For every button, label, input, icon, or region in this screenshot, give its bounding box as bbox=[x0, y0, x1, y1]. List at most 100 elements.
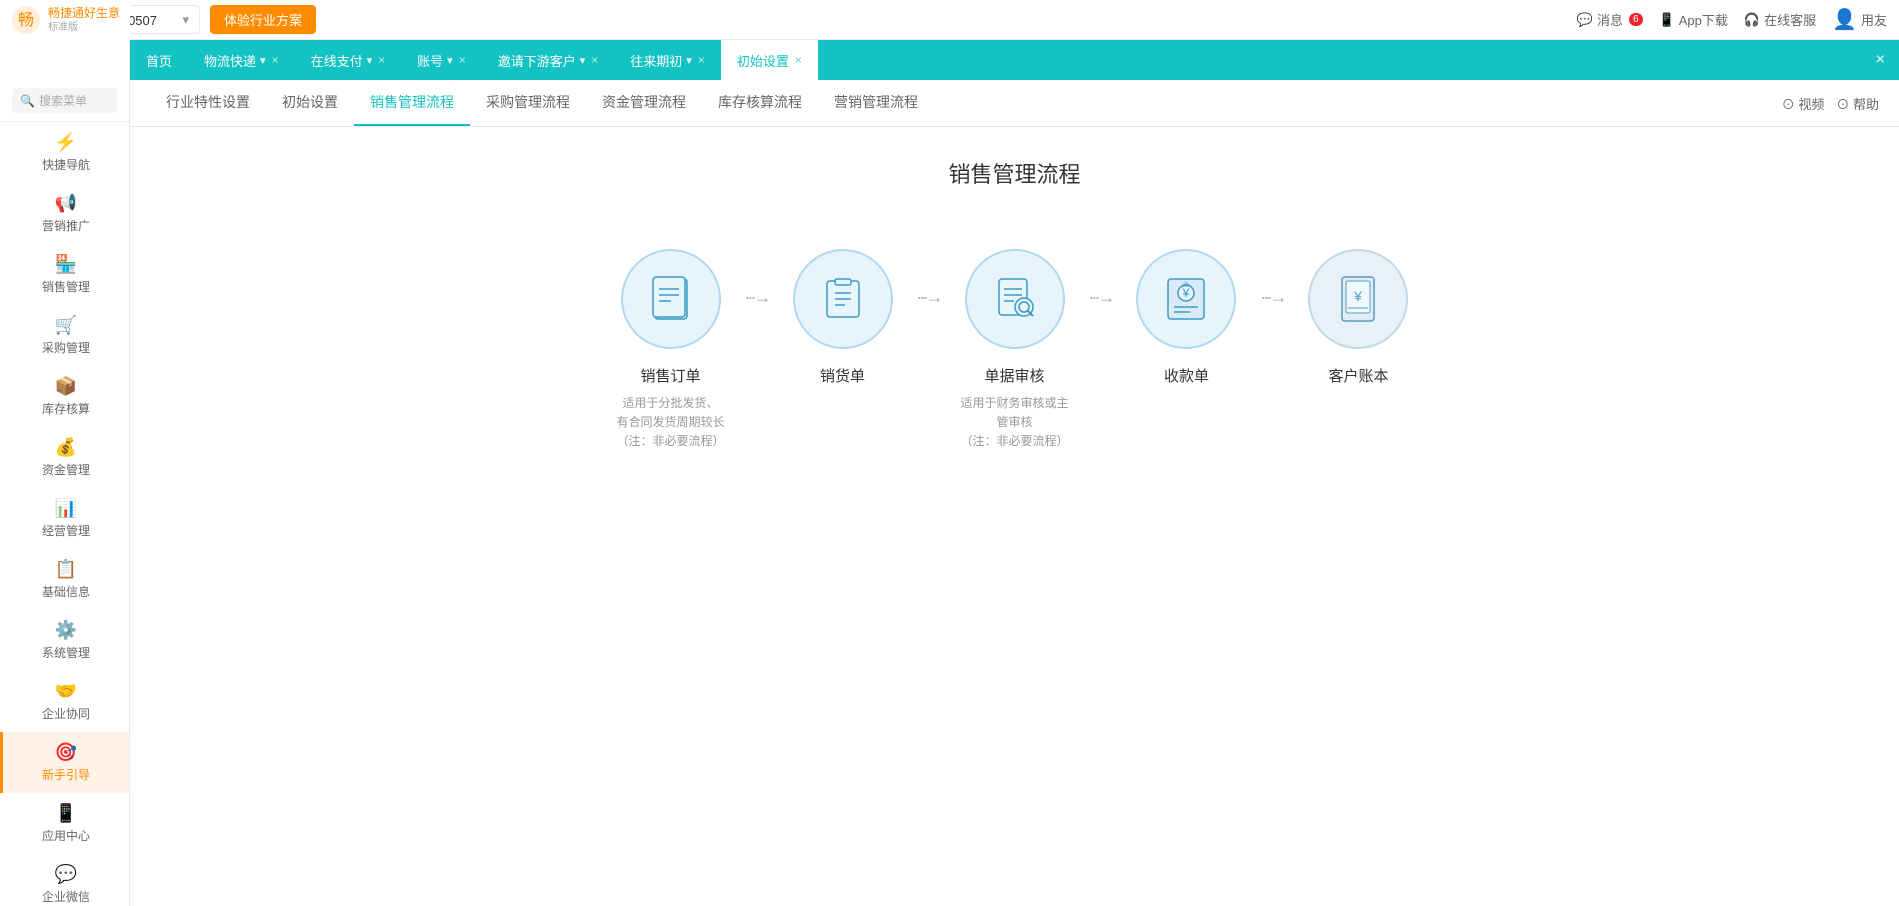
avatar-icon: 👤 bbox=[1832, 7, 1857, 32]
step-circle-delivery[interactable] bbox=[793, 249, 893, 349]
help-link[interactable]: ⊙ 帮助 bbox=[1836, 94, 1879, 113]
nav-tab-label: 物流快递 bbox=[204, 51, 256, 70]
sidebar-item-basic-info[interactable]: 📋 基础信息 bbox=[0, 549, 129, 610]
sidebar-item-quick-nav[interactable]: ⚡ 快捷导航 bbox=[0, 122, 129, 183]
target-icon: 🎯 bbox=[55, 742, 77, 763]
close-icon[interactable]: × bbox=[459, 53, 466, 67]
close-icon[interactable]: × bbox=[272, 53, 279, 67]
sidebar-item-operations[interactable]: 📊 经营管理 bbox=[0, 488, 129, 549]
sales-order-icon bbox=[645, 273, 697, 325]
sub-tab-marketing-flow[interactable]: 营销管理流程 bbox=[818, 80, 934, 126]
trial-button[interactable]: 体验行业方案 bbox=[210, 5, 316, 34]
sidebar-item-newbie[interactable]: 🎯 新手引导 bbox=[0, 732, 129, 793]
nav-tab-label: 账号 bbox=[417, 51, 443, 70]
svg-text:¥: ¥ bbox=[1182, 286, 1190, 300]
user-avatar[interactable]: 👤 用友 bbox=[1832, 7, 1887, 32]
sidebar-item-label: 经营管理 bbox=[42, 522, 90, 539]
sidebar-item-sales[interactable]: 🏪 销售管理 bbox=[0, 244, 129, 305]
flow-step-receipt: ¥ 收款单 bbox=[1106, 249, 1266, 394]
sidebar-item-app-center[interactable]: 📱 应用中心 bbox=[0, 793, 129, 854]
sidebar-item-marketing[interactable]: 📢 营销推广 bbox=[0, 183, 129, 244]
step-circle-ledger[interactable]: ¥ bbox=[1308, 249, 1408, 349]
sidebar: 🔍 搜索菜单 ⚡ 快捷导航 📢 营销推广 🏪 销售管理 🛒 采购管理 📦 库存核… bbox=[0, 0, 130, 906]
sidebar-item-label: 企业微信 bbox=[42, 888, 90, 905]
handshake-icon: 🤝 bbox=[55, 681, 77, 702]
nav-tab-label: 在线支付 bbox=[311, 51, 363, 70]
sidebar-item-system[interactable]: ⚙️ 系统管理 bbox=[0, 610, 129, 671]
app-download-button[interactable]: 📱 App下载 bbox=[1659, 10, 1728, 29]
logo-icon: 畅 bbox=[10, 4, 42, 36]
sub-tab-purchase-flow[interactable]: 采购管理流程 bbox=[470, 80, 586, 126]
svg-text:¥: ¥ bbox=[1354, 288, 1363, 304]
svg-text:畅: 畅 bbox=[18, 11, 34, 29]
sub-tab-sales-flow[interactable]: 销售管理流程 bbox=[354, 80, 470, 126]
headset-icon: 🎧 bbox=[1744, 12, 1760, 28]
step-circle-audit[interactable] bbox=[965, 249, 1065, 349]
nav-tab-account[interactable]: 账号 ▾ × bbox=[401, 40, 482, 80]
close-icon[interactable]: × bbox=[698, 53, 705, 67]
sub-tab-finance-flow[interactable]: 资金管理流程 bbox=[586, 80, 702, 126]
chevron-down-icon: ▾ bbox=[447, 54, 453, 67]
sidebar-search-area: 🔍 搜索菜单 bbox=[0, 80, 129, 122]
app-download-label: App下载 bbox=[1679, 10, 1728, 29]
sidebar-item-enterprise-wechat[interactable]: 💬 企业微信 bbox=[0, 854, 129, 906]
video-link[interactable]: ⊙ 视频 bbox=[1782, 94, 1825, 113]
clipboard-icon: 📋 bbox=[55, 559, 77, 580]
audit-icon bbox=[989, 273, 1041, 325]
step-desc-audit: 适用于财务审核或主 管审核 （注：非必要流程） bbox=[960, 394, 1068, 452]
nav-tab-payment[interactable]: 在线支付 ▾ × bbox=[295, 40, 402, 80]
flow-step-sales-order: 销售订单 适用于分批发货、 有合同发货周期较长 （注：非必要流程） bbox=[591, 249, 751, 452]
message-label: 消息 bbox=[1597, 10, 1623, 29]
step-circle-sales-order[interactable] bbox=[621, 249, 721, 349]
cart-icon: 🛒 bbox=[55, 315, 77, 336]
nav-tab-logistics[interactable]: 物流快递 ▾ × bbox=[188, 40, 295, 80]
sidebar-item-finance[interactable]: 💰 资金管理 bbox=[0, 427, 129, 488]
sub-tab-industry[interactable]: 行业特性设置 bbox=[150, 80, 266, 126]
nav-tabs: 首页 物流快递 ▾ × 在线支付 ▾ × 账号 ▾ × 邀请下游客户 ▾ × 往… bbox=[130, 40, 1899, 80]
step-circle-receipt[interactable]: ¥ bbox=[1136, 249, 1236, 349]
sidebar-item-purchase[interactable]: 🛒 采购管理 bbox=[0, 305, 129, 366]
flow-title: 销售管理流程 bbox=[170, 157, 1859, 189]
message-button[interactable]: 💬 消息 6 bbox=[1577, 10, 1643, 29]
step-name-ledger: 客户账本 bbox=[1328, 365, 1388, 386]
sidebar-search-button[interactable]: 🔍 搜索菜单 bbox=[12, 88, 117, 113]
close-icon[interactable]: × bbox=[795, 53, 802, 67]
nav-tab-init-settings[interactable]: 初始设置 × bbox=[721, 40, 818, 80]
box-icon: 📦 bbox=[55, 376, 77, 397]
top-bar: 畅 畅捷通好生意 标准版 用户690企业1660120507 ▾ 体验行业方案 … bbox=[0, 0, 1899, 40]
sub-tab-label: 库存核算流程 bbox=[718, 94, 802, 110]
sub-tab-label: 销售管理流程 bbox=[370, 94, 454, 110]
sidebar-item-enterprise[interactable]: 🤝 企业协同 bbox=[0, 671, 129, 732]
online-service-label: 在线客服 bbox=[1764, 10, 1816, 29]
sidebar-item-label: 库存核算 bbox=[42, 400, 90, 417]
sub-tab-label: 行业特性设置 bbox=[166, 94, 250, 110]
nav-tab-invite[interactable]: 邀请下游客户 ▾ × bbox=[482, 40, 615, 80]
nav-tab-period[interactable]: 往来期初 ▾ × bbox=[614, 40, 721, 80]
main-content: 行业特性设置 初始设置 销售管理流程 采购管理流程 资金管理流程 库存核算流程 … bbox=[130, 80, 1899, 906]
sidebar-item-label: 应用中心 bbox=[42, 827, 90, 844]
sidebar-item-label: 新手引导 bbox=[42, 766, 90, 783]
close-all-tabs[interactable]: × bbox=[1862, 51, 1899, 69]
nav-tab-label: 首页 bbox=[146, 51, 172, 70]
nav-tab-home[interactable]: 首页 bbox=[130, 40, 188, 80]
sidebar-item-label: 采购管理 bbox=[42, 339, 90, 356]
money-icon: 💰 bbox=[55, 437, 77, 458]
sidebar-item-inventory[interactable]: 📦 库存核算 bbox=[0, 366, 129, 427]
flow-steps: 销售订单 适用于分批发货、 有合同发货周期较长 （注：非必要流程） ···→ bbox=[170, 249, 1859, 452]
chevron-down-icon: ▾ bbox=[686, 54, 692, 67]
user-name: 用友 bbox=[1861, 10, 1887, 29]
top-bar-right: 💬 消息 6 📱 App下载 🎧 在线客服 👤 用友 bbox=[1577, 7, 1887, 32]
close-icon[interactable]: × bbox=[378, 53, 385, 67]
step-name-sales-order: 销售订单 bbox=[641, 365, 701, 386]
chevron-down-icon: ▾ bbox=[182, 12, 189, 28]
flow-step-audit: 单据审核 适用于财务审核或主 管审核 （注：非必要流程） bbox=[935, 249, 1095, 452]
online-service-button[interactable]: 🎧 在线客服 bbox=[1744, 10, 1816, 29]
sub-tab-label: 营销管理流程 bbox=[834, 94, 918, 110]
sub-tab-inventory-flow[interactable]: 库存核算流程 bbox=[702, 80, 818, 126]
sidebar-item-label: 快捷导航 bbox=[42, 156, 90, 173]
sub-tabs-right: ⊙ 视频 ⊙ 帮助 bbox=[1782, 94, 1879, 113]
sidebar-item-label: 基础信息 bbox=[42, 583, 90, 600]
step-name-receipt: 收款单 bbox=[1164, 365, 1209, 386]
close-icon[interactable]: × bbox=[591, 53, 598, 67]
sub-tab-init[interactable]: 初始设置 bbox=[266, 80, 354, 126]
